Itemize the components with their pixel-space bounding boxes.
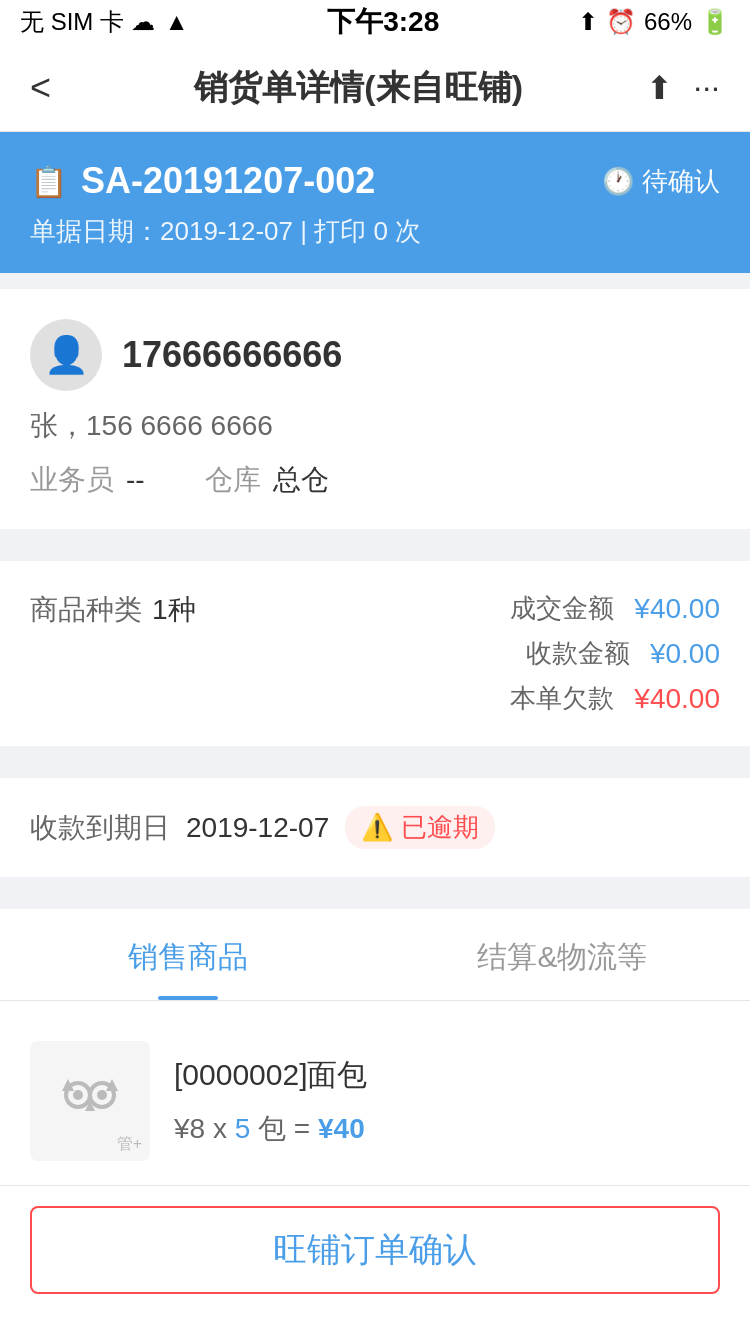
transaction-label: 成交金额 — [510, 591, 614, 626]
overdue-icon: ⚠️ — [361, 812, 393, 843]
product-section: 管+ [0000002]面包 ¥8 x 5 包 = ¥40 — [0, 1001, 750, 1201]
tab-settlement-label: 结算&物流等 — [477, 940, 647, 973]
brand-text: 管+ — [117, 1134, 142, 1155]
svg-point-3 — [97, 1090, 107, 1100]
total-value: ¥40 — [318, 1113, 365, 1144]
tab-sales-label: 销售商品 — [128, 940, 248, 973]
wifi-icon: ▲ — [165, 8, 189, 36]
clock-icon: 🕐 — [602, 166, 634, 197]
overdue-text: 已逾期 — [401, 810, 479, 845]
quantity-value: 5 — [235, 1113, 251, 1144]
stats-right: 成交金额 ¥40.00 收款金额 ¥0.00 本单欠款 ¥40.00 — [510, 591, 720, 716]
equals-sign: = — [294, 1113, 318, 1144]
stats-section: 商品种类 1种 成交金额 ¥40.00 收款金额 ¥0.00 本单欠款 ¥40.… — [0, 561, 750, 746]
header-card-top: 📋 SA-20191207-002 🕐 待确认 — [30, 160, 720, 202]
customer-row: 👤 17666666666 — [30, 319, 720, 391]
product-price: ¥8 x 5 包 = ¥40 — [174, 1110, 720, 1148]
nav-actions: ⬆ ··· — [646, 69, 720, 107]
order-status: 🕐 待确认 — [602, 164, 720, 199]
divider-3 — [0, 893, 750, 909]
due-section: 收款到期日 2019-12-07 ⚠️ 已逾期 — [0, 778, 750, 877]
transaction-row: 成交金额 ¥40.00 — [510, 591, 720, 626]
type-value: 1种 — [152, 591, 196, 629]
status-left: 无 SIM 卡 ☁ ▲ — [20, 6, 188, 38]
header-card: 📋 SA-20191207-002 🕐 待确认 单据日期：2019-12-07 … — [0, 132, 750, 273]
product-info: [0000002]面包 ¥8 x 5 包 = ¥40 — [174, 1055, 720, 1148]
no-sim-text: 无 SIM 卡 ☁ — [20, 6, 155, 38]
product-thumbnail: 管+ — [30, 1041, 150, 1161]
battery-icon: 🔋 — [700, 8, 730, 36]
stats-left: 商品种类 1种 — [30, 591, 510, 629]
divider-1 — [0, 545, 750, 561]
divider-2 — [0, 762, 750, 778]
due-date: 2019-12-07 — [186, 812, 329, 844]
owe-amount: ¥40.00 — [634, 683, 720, 715]
product-name: [0000002]面包 — [174, 1055, 720, 1096]
svg-point-2 — [73, 1090, 83, 1100]
page-title: 销货单详情(来自旺铺) — [71, 65, 646, 111]
more-icon[interactable]: ··· — [693, 69, 720, 106]
status-right: ⬆ ⏰ 66% 🔋 — [578, 8, 730, 36]
order-icon: 📋 — [30, 164, 67, 199]
tab-settlement[interactable]: 结算&物流等 — [375, 909, 750, 1000]
battery-text: 66% — [644, 8, 692, 36]
warehouse-item: 仓库 总仓 — [205, 461, 329, 499]
transaction-amount: ¥40.00 — [634, 593, 720, 625]
tabs-header: 销售商品 结算&物流等 — [0, 909, 750, 1001]
multiply-sign: x — [213, 1113, 235, 1144]
salesperson-value: -- — [126, 464, 145, 496]
owe-label: 本单欠款 — [510, 681, 614, 716]
salesperson-item: 业务员 -- — [30, 461, 145, 499]
salesperson-label: 业务员 — [30, 461, 114, 499]
received-row: 收款金额 ¥0.00 — [526, 636, 720, 671]
customer-name: 张，156 6666 6666 — [30, 407, 720, 445]
location-icon: ⬆ — [578, 8, 598, 36]
alarm-icon: ⏰ — [606, 8, 636, 36]
tabs-section: 销售商品 结算&物流等 — [0, 909, 750, 1001]
bottom-bar: 旺铺订单确认 — [0, 1185, 750, 1334]
order-meta: 单据日期：2019-12-07 | 打印 0 次 — [30, 214, 720, 249]
order-id-text: SA-20191207-002 — [81, 160, 375, 202]
warehouse-label: 仓库 — [205, 461, 261, 499]
warehouse-value: 总仓 — [273, 461, 329, 499]
price-value: ¥8 — [174, 1113, 205, 1144]
due-label: 收款到期日 — [30, 809, 170, 847]
owl-logo — [50, 1061, 130, 1141]
status-bar: 无 SIM 卡 ☁ ▲ 下午3:28 ⬆ ⏰ 66% 🔋 — [0, 0, 750, 44]
avatar-icon: 👤 — [44, 334, 89, 376]
owe-row: 本单欠款 ¥40.00 — [510, 681, 720, 716]
back-button[interactable]: < — [30, 67, 71, 109]
overdue-badge: ⚠️ 已逾期 — [345, 806, 495, 849]
customer-info-row: 业务员 -- 仓库 总仓 — [30, 461, 720, 499]
confirm-button[interactable]: 旺铺订单确认 — [30, 1206, 720, 1294]
nav-bar: < 销货单详情(来自旺铺) ⬆ ··· — [0, 44, 750, 132]
status-text: 待确认 — [642, 164, 720, 199]
received-amount: ¥0.00 — [650, 638, 720, 670]
type-label: 商品种类 — [30, 591, 142, 629]
customer-phone: 17666666666 — [122, 334, 342, 376]
status-time: 下午3:28 — [327, 3, 439, 41]
list-item: 管+ [0000002]面包 ¥8 x 5 包 = ¥40 — [30, 1025, 720, 1177]
share-icon[interactable]: ⬆ — [646, 69, 673, 107]
avatar: 👤 — [30, 319, 102, 391]
tab-sales[interactable]: 销售商品 — [0, 909, 375, 1000]
received-label: 收款金额 — [526, 636, 630, 671]
unit-label: 包 — [258, 1113, 286, 1144]
customer-section: 👤 17666666666 张，156 6666 6666 业务员 -- 仓库 … — [0, 289, 750, 529]
order-id: 📋 SA-20191207-002 — [30, 160, 375, 202]
